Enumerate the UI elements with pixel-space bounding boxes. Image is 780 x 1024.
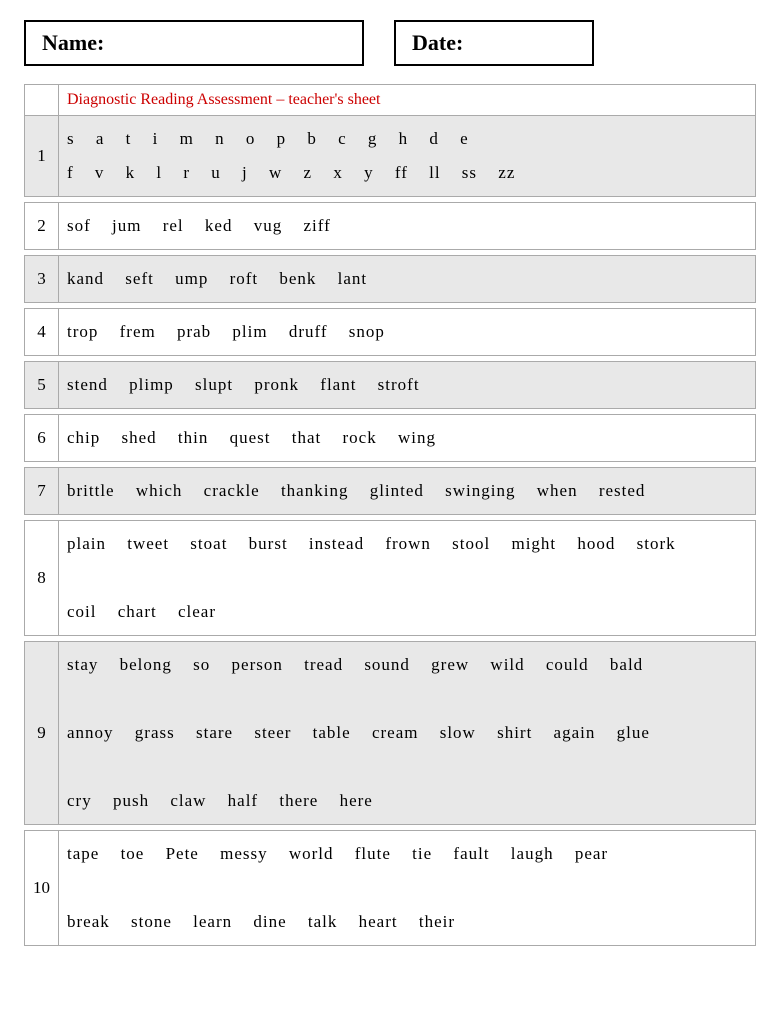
spacer-row xyxy=(25,946,756,952)
table-row: 5stend plimp slupt pronk flant stroft xyxy=(25,362,756,409)
row-number: 4 xyxy=(25,309,59,356)
row-number: 5 xyxy=(25,362,59,409)
name-label: Name: xyxy=(42,30,104,55)
table-row: 3kand seft ump roft benk lant xyxy=(25,256,756,303)
row-number: 3 xyxy=(25,256,59,303)
row-number: 1 xyxy=(25,116,59,197)
row-words: trop frem prab plim druff snop xyxy=(59,309,756,356)
row-number: 8 xyxy=(25,521,59,636)
table-title: Diagnostic Reading Assessment – teacher'… xyxy=(59,85,756,116)
row-number: 10 xyxy=(25,831,59,946)
row-words: tape toe Pete messy world flute tie faul… xyxy=(59,831,756,946)
table-row: 6chip shed thin quest that rock wing xyxy=(25,415,756,462)
row-words: brittle which crackle thanking glinted s… xyxy=(59,468,756,515)
row-words: stend plimp slupt pronk flant stroft xyxy=(59,362,756,409)
title-num-cell xyxy=(25,85,59,116)
date-label: Date: xyxy=(412,30,463,55)
table-row: 8plain tweet stoat burst instead frown s… xyxy=(25,521,756,636)
row-number: 9 xyxy=(25,642,59,825)
row-words: stay belong so person tread sound grew w… xyxy=(59,642,756,825)
row-number: 7 xyxy=(25,468,59,515)
table-row: 4trop frem prab plim druff snop xyxy=(25,309,756,356)
name-box[interactable]: Name: xyxy=(24,20,364,66)
date-box[interactable]: Date: xyxy=(394,20,594,66)
row-words: s a t i m n o p b c g h d e f v k l r u … xyxy=(59,116,756,197)
row-words: kand seft ump roft benk lant xyxy=(59,256,756,303)
header: Name: Date: xyxy=(24,20,756,66)
row-words: sof jum rel ked vug ziff xyxy=(59,203,756,250)
row-words: plain tweet stoat burst instead frown st… xyxy=(59,521,756,636)
row-words: chip shed thin quest that rock wing xyxy=(59,415,756,462)
assessment-table: Diagnostic Reading Assessment – teacher'… xyxy=(24,84,756,952)
table-row: 2sof jum rel ked vug ziff xyxy=(25,203,756,250)
table-row: 7brittle which crackle thanking glinted … xyxy=(25,468,756,515)
table-row: 9stay belong so person tread sound grew … xyxy=(25,642,756,825)
table-row: 1s a t i m n o p b c g h d e f v k l r u… xyxy=(25,116,756,197)
row-number: 6 xyxy=(25,415,59,462)
row-number: 2 xyxy=(25,203,59,250)
table-row: 10tape toe Pete messy world flute tie fa… xyxy=(25,831,756,946)
